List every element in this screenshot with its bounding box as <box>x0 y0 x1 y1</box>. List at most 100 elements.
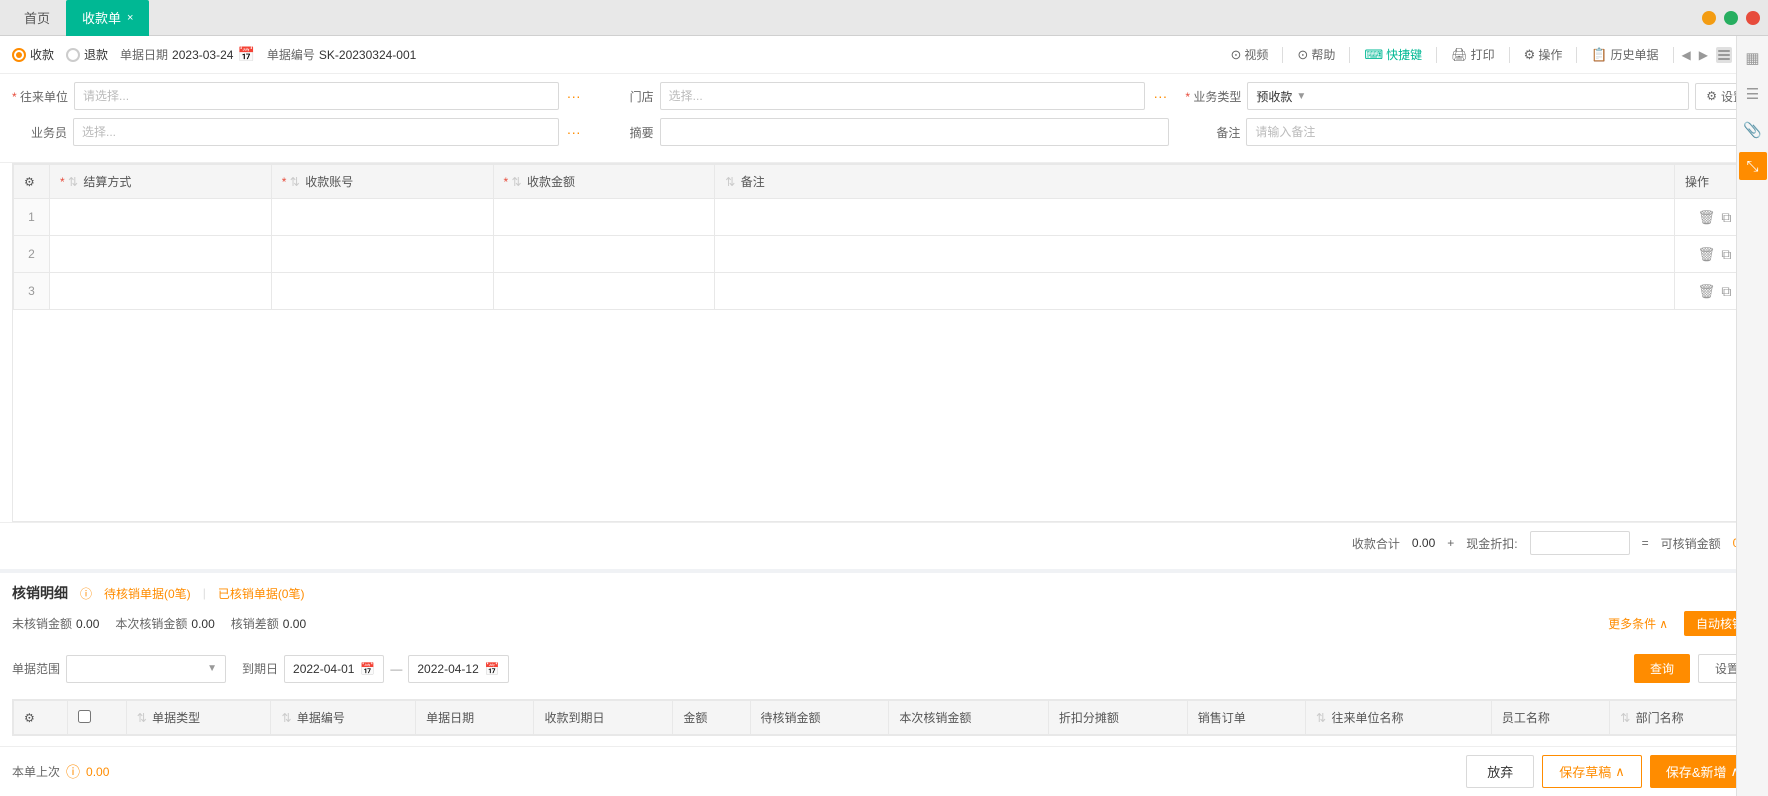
main-container: 收款 退款 单据日期 2023-03-24 📅 单据编号 SK-20230324… <box>0 36 1768 796</box>
receipt-type-radio: 收款 退款 <box>12 46 108 63</box>
history-button[interactable]: 📋 历史单据 <box>1585 44 1664 65</box>
window-controls <box>1702 11 1760 25</box>
main-table: ⚙ * ⇅ 结算方式 * ⇅ 收款账号 * ⇅ 收款金额 <box>13 164 1755 310</box>
summary-input[interactable] <box>660 118 1170 146</box>
date-picker-icon[interactable]: 📅 <box>237 46 254 63</box>
close-button[interactable] <box>1746 11 1760 25</box>
sort-bill-no-icon[interactable]: ⇅ <box>281 711 291 725</box>
abandon-button[interactable]: 放弃 <box>1466 755 1534 788</box>
copy-row-2-icon[interactable]: ⧉ <box>1721 246 1731 263</box>
col-payment-method: * ⇅ 结算方式 <box>50 165 272 199</box>
nav-prev-icon[interactable]: ◀ <box>1682 48 1691 62</box>
radio-receipt-dot <box>12 48 26 62</box>
payment-method-cell-2[interactable] <box>50 236 272 273</box>
amount-cell-3[interactable] <box>493 273 715 310</box>
table-row: 2 🗑 ⧉ <box>14 236 1755 273</box>
copy-row-3-icon[interactable]: ⧉ <box>1721 283 1731 300</box>
footer-info-icon[interactable]: ⓘ <box>66 762 80 782</box>
verify-section: 核销明细 ⓘ 待核销单据(0笔) | 已核销单据(0笔) 未核销金额 0.00 … <box>0 569 1768 746</box>
partner-input[interactable] <box>74 82 559 110</box>
video-icon: ⊙ <box>1231 47 1242 63</box>
note-cell-2[interactable] <box>715 236 1675 273</box>
sidebar-table-icon[interactable]: ▦ <box>1739 44 1767 72</box>
account-cell-3[interactable] <box>271 273 493 310</box>
shortcut-button[interactable]: ⌨ 快捷键 <box>1358 44 1428 65</box>
note-cell-1[interactable] <box>715 199 1675 236</box>
discount-input[interactable] <box>1530 531 1630 555</box>
operation-button[interactable]: ⚙ 操作 <box>1518 44 1569 65</box>
date-field: 单据日期 2023-03-24 📅 <box>120 46 255 63</box>
payment-method-cell-1[interactable] <box>50 199 272 236</box>
date-to-input[interactable]: 2022-04-12 📅 <box>408 655 508 683</box>
right-sidebar: ▦ ☰ 📎 ⤡ <box>1736 36 1768 796</box>
video-button[interactable]: ⊙ 视频 <box>1225 44 1275 65</box>
due-date-field: 到期日 2022-04-01 📅 — 2022-04-12 📅 <box>242 655 509 683</box>
account-cell-2[interactable] <box>271 236 493 273</box>
layout-list-icon[interactable] <box>1716 47 1732 63</box>
sort-partner-icon[interactable]: ⇅ <box>1316 711 1326 725</box>
select-all-checkbox[interactable] <box>78 710 91 723</box>
tab-close-icon[interactable]: × <box>127 12 133 24</box>
sort-account-icon[interactable]: ⇅ <box>290 175 300 189</box>
bt-col-employee: 员工名称 <box>1491 701 1609 735</box>
sidebar-list-icon[interactable]: ☰ <box>1739 80 1767 108</box>
sidebar-expand-icon[interactable]: ⤡ <box>1739 152 1767 180</box>
range-select[interactable]: ▼ <box>66 655 226 683</box>
stat-unverified: 未核销金额 0.00 <box>12 615 99 632</box>
radio-receipt[interactable]: 收款 <box>12 46 54 63</box>
col-gear[interactable]: ⚙ <box>14 165 50 199</box>
account-cell-1[interactable] <box>271 199 493 236</box>
payment-method-cell-3[interactable] <box>50 273 272 310</box>
sort-payment-icon[interactable]: ⇅ <box>68 175 78 189</box>
range-field: 单据范围 ▼ <box>12 655 226 683</box>
sort-dept-icon[interactable]: ⇅ <box>1620 711 1630 725</box>
date-from-calendar-icon[interactable]: 📅 <box>360 662 375 676</box>
radio-refund-dot <box>66 48 80 62</box>
verify-info-icon[interactable]: ⓘ <box>80 585 92 602</box>
radio-refund[interactable]: 退款 <box>66 46 108 63</box>
footer: 本单上次 ⓘ 0.00 放弃 保存草稿 ∧ 保存&新增 ∧ <box>0 746 1768 796</box>
bt-col-check <box>68 701 126 735</box>
business-type-dropdown[interactable]: 预收款 ▼ <box>1247 82 1689 110</box>
salesperson-more-icon[interactable]: ··· <box>565 124 583 140</box>
maximize-button[interactable] <box>1724 11 1738 25</box>
tab-home[interactable]: 首页 <box>8 0 66 36</box>
print-button[interactable]: 🖨 打印 <box>1445 44 1501 65</box>
sort-amount-icon[interactable]: ⇅ <box>512 175 522 189</box>
salesperson-input[interactable] <box>73 118 559 146</box>
delete-row-3-icon[interactable]: 🗑 <box>1698 283 1716 300</box>
sidebar-attachment-icon[interactable]: 📎 <box>1739 116 1767 144</box>
row-num-1: 1 <box>14 199 50 236</box>
shop-input[interactable] <box>660 82 1146 110</box>
minimize-button[interactable] <box>1702 11 1716 25</box>
date-from-input[interactable]: 2022-04-01 📅 <box>284 655 384 683</box>
delete-row-1-icon[interactable]: 🗑 <box>1698 209 1716 226</box>
pending-tab[interactable]: 待核销单据(0笔) <box>104 585 191 602</box>
sort-bill-type-icon[interactable]: ⇅ <box>137 711 147 725</box>
nav-next-icon[interactable]: ▶ <box>1699 48 1708 62</box>
bt-col-gear[interactable]: ⚙ <box>14 701 68 735</box>
save-draft-button[interactable]: 保存草稿 ∧ <box>1542 755 1642 788</box>
note-cell-3[interactable] <box>715 273 1675 310</box>
col-note: ⇅ 备注 <box>715 165 1675 199</box>
partner-more-icon[interactable]: ··· <box>565 88 583 104</box>
copy-row-1-icon[interactable]: ⧉ <box>1721 209 1731 226</box>
bt-col-pending-amount: 待核销金额 <box>750 701 889 735</box>
amount-cell-2[interactable] <box>493 236 715 273</box>
tab-receipt[interactable]: 收款单 × <box>66 0 149 36</box>
help-button[interactable]: ⊙ 帮助 <box>1291 44 1341 65</box>
delete-row-2-icon[interactable]: 🗑 <box>1698 246 1716 263</box>
amount-cell-1[interactable] <box>493 199 715 236</box>
date-to-calendar-icon[interactable]: 📅 <box>485 662 500 676</box>
done-tab[interactable]: 已核销单据(0笔) <box>218 585 305 602</box>
partner-field: 往来单位 ··· <box>12 82 583 110</box>
shop-more-icon[interactable]: ··· <box>1151 88 1169 104</box>
table-row: 1 🗑 ⧉ <box>14 199 1755 236</box>
sort-note-icon[interactable]: ⇅ <box>725 175 735 189</box>
note-input[interactable] <box>1246 118 1756 146</box>
query-button[interactable]: 查询 <box>1634 654 1690 683</box>
main-table-container: ⚙ * ⇅ 结算方式 * ⇅ 收款账号 * ⇅ 收款金额 <box>12 163 1756 522</box>
business-type-field: 业务类型 预收款 ▼ ⚙ 设置 <box>1185 82 1756 110</box>
bt-col-due-date: 收款到期日 <box>534 701 673 735</box>
more-conditions-button[interactable]: 更多条件 ∧ <box>1608 615 1668 632</box>
